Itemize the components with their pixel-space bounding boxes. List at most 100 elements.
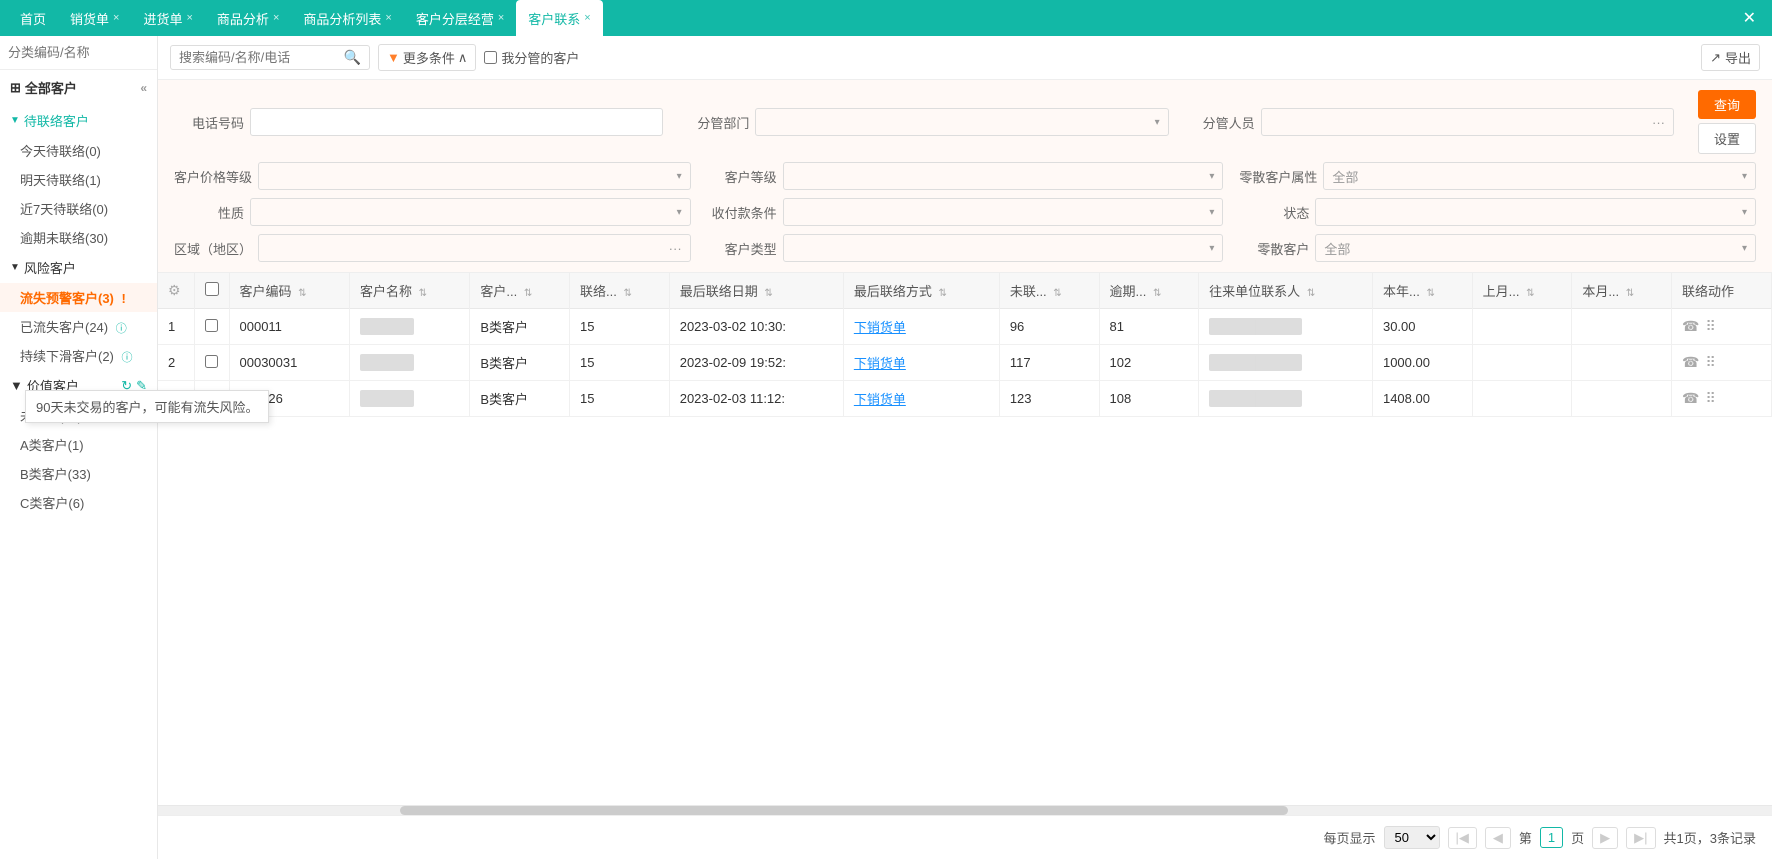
action-phone-0[interactable]: ☎ — [1682, 318, 1699, 335]
tab-customer-contact-close[interactable]: × — [584, 12, 590, 24]
tab-purchase-close[interactable]: × — [186, 12, 192, 24]
filter-scatter-customer-select[interactable]: 全部 ▾ — [1315, 234, 1756, 262]
th-uncontacted: 未联... ⇅ — [999, 273, 1099, 309]
sidebar-item-declining[interactable]: 持续下滑客户(2) ⓘ — [0, 341, 157, 370]
td-index-0: 1 — [158, 309, 194, 345]
sort-icon-code[interactable]: ⇅ — [298, 288, 306, 299]
tab-product-analysis-close[interactable]: × — [273, 12, 279, 24]
query-button[interactable]: 查询 — [1698, 90, 1756, 119]
sidebar-collapse-icon[interactable]: « — [140, 81, 147, 95]
filter-price-grade: 客户价格等级 ▾ — [174, 162, 691, 190]
method-link-0[interactable]: 下销货单 — [854, 320, 906, 335]
tab-product-list-close[interactable]: × — [385, 12, 391, 24]
sidebar-item-class-a[interactable]: A类客户(1) — [0, 430, 157, 459]
sidebar-search-input[interactable] — [8, 45, 158, 60]
tooltip-risk: 90天未交易的客户，可能有流失风险。 — [25, 390, 158, 423]
my-customers-checkbox-wrap[interactable]: 我分管的客户 — [484, 48, 579, 67]
page-next-button[interactable]: ▶ — [1592, 827, 1618, 849]
page-last-button[interactable]: ▶| — [1626, 827, 1655, 849]
sort-icon-uncontacted[interactable]: ⇅ — [1053, 288, 1061, 299]
filter-dept-select[interactable]: ▾ — [755, 108, 1168, 136]
page-prev-button[interactable]: ◀ — [1485, 827, 1511, 849]
search-icon-btn[interactable]: 🔍 — [344, 49, 361, 66]
filter-customer-type-select[interactable]: ▾ — [783, 234, 1224, 262]
window-close-button[interactable]: ✕ — [1735, 8, 1764, 28]
sort-icon-date[interactable]: ⇅ — [764, 288, 772, 299]
td-this-year-1: 1000.00 — [1372, 345, 1472, 381]
sort-icon-overdue[interactable]: ⇅ — [1153, 288, 1161, 299]
action-more-1[interactable]: ⠿ — [1705, 354, 1715, 371]
tab-customer-segment-close[interactable]: × — [498, 12, 504, 24]
td-this-month-2 — [1572, 381, 1672, 417]
filter-person-dots[interactable]: ··· — [1652, 115, 1665, 130]
filter-person-select[interactable]: ··· — [1261, 108, 1674, 136]
filter-scatter-attr-select[interactable]: 全部 ▾ — [1323, 162, 1756, 190]
filter-price-grade-select[interactable]: ▾ — [258, 162, 691, 190]
sidebar-item-churned-label: 已流失客户(24) — [20, 320, 108, 335]
filter-region-select[interactable]: ··· — [258, 234, 691, 262]
sidebar-item-class-c-label: C类客户(6) — [20, 496, 84, 511]
sidebar-group-risk[interactable]: ▼ 风险客户 — [0, 252, 157, 283]
filter-status: 状态 ▾ — [1239, 198, 1756, 226]
sidebar-item-tomorrow-contact[interactable]: 明天待联络(1) — [0, 165, 157, 194]
th-last-method-label: 最后联络方式 — [854, 284, 932, 299]
sidebar-item-class-b[interactable]: B类客户(33) — [0, 459, 157, 488]
filter-customer-grade-select[interactable]: ▾ — [783, 162, 1224, 190]
action-more-2[interactable]: ⠿ — [1705, 390, 1715, 407]
filter-status-select[interactable]: ▾ — [1315, 198, 1756, 226]
settings-button[interactable]: 设置 — [1698, 123, 1756, 154]
tab-product-analysis[interactable]: 商品分析 × — [205, 0, 291, 36]
filter-phone-input[interactable] — [250, 108, 663, 136]
sidebar-item-declining-label: 持续下滑客户(2) — [20, 349, 114, 364]
filter-label: 更多条件 — [403, 48, 455, 67]
sort-icon-method[interactable]: ⇅ — [938, 288, 946, 299]
sidebar-item-churned[interactable]: 已流失客户(24) ⓘ — [0, 312, 157, 341]
horizontal-scrollbar[interactable] — [158, 805, 1772, 815]
th-last-method: 最后联络方式 ⇅ — [843, 273, 999, 309]
sort-icon-type[interactable]: ⇅ — [524, 288, 532, 299]
sidebar-item-overdue-contact[interactable]: 逾期未联络(30) — [0, 223, 157, 252]
page-label2: 页 — [1571, 828, 1584, 847]
sort-icon-person[interactable]: ⇅ — [1307, 288, 1315, 299]
search-input[interactable] — [179, 50, 340, 65]
method-link-1[interactable]: 下销货单 — [854, 356, 906, 371]
tab-sales[interactable]: 销货单 × — [58, 0, 131, 36]
tab-purchase[interactable]: 进货单 × — [131, 0, 204, 36]
my-customers-checkbox[interactable] — [484, 51, 497, 64]
sidebar-item-churn-warning[interactable]: 流失预警客户(3) ! — [0, 283, 157, 312]
sidebar-item-class-c[interactable]: C类客户(6) — [0, 488, 157, 517]
filter-region-dots[interactable]: ··· — [669, 241, 682, 256]
row-checkbox-1[interactable] — [205, 355, 218, 368]
sort-icon-this-month[interactable]: ⇅ — [1626, 288, 1634, 299]
main-layout: 🔍 ⊞ 全部客户 « ▼ 待联络客户 今天待联络(0) 明天待联络(1) 近7天… — [0, 36, 1772, 859]
method-link-2[interactable]: 下销货单 — [854, 392, 906, 407]
row-checkbox-0[interactable] — [205, 319, 218, 332]
sidebar-item-week-contact[interactable]: 近7天待联络(0) — [0, 194, 157, 223]
sort-icon-last-month[interactable]: ⇅ — [1526, 288, 1534, 299]
per-page-select[interactable]: 50 100 200 — [1384, 826, 1440, 849]
filter-scatter-attr: 零散客户属性 全部 ▾ — [1239, 162, 1756, 190]
filter-payment-select[interactable]: ▾ — [783, 198, 1224, 226]
sidebar-item-class-a-label: A类客户(1) — [20, 438, 84, 453]
more-filter-button[interactable]: ▼ 更多条件 ∧ — [378, 44, 476, 71]
sidebar-item-today-contact[interactable]: 今天待联络(0) — [0, 136, 157, 165]
sort-icon-contact[interactable]: ⇅ — [624, 288, 632, 299]
sort-icon-name[interactable]: ⇅ — [419, 288, 427, 299]
filter-scatter-customer: 零散客户 全部 ▾ — [1239, 234, 1756, 262]
tab-sales-close[interactable]: × — [113, 12, 119, 24]
export-button[interactable]: ↗ 导出 — [1701, 44, 1760, 71]
tab-customer-segment[interactable]: 客户分层经营 × — [404, 0, 516, 36]
filter-nature-select[interactable]: ▾ — [250, 198, 691, 226]
scrollbar-thumb[interactable] — [400, 806, 1288, 815]
tab-home[interactable]: 首页 — [8, 0, 58, 36]
sidebar-group-pending-contact[interactable]: ▼ 待联络客户 — [0, 105, 157, 136]
select-all-checkbox[interactable] — [205, 282, 219, 296]
action-phone-2[interactable]: ☎ — [1682, 390, 1699, 407]
action-more-0[interactable]: ⠿ — [1705, 318, 1715, 335]
tab-customer-contact[interactable]: 客户联系 × — [516, 0, 602, 36]
sort-icon-year[interactable]: ⇅ — [1426, 288, 1434, 299]
tab-product-list[interactable]: 商品分析列表 × — [291, 0, 403, 36]
page-first-button[interactable]: |◀ — [1448, 827, 1477, 849]
settings-gear-icon[interactable]: ⚙ — [168, 282, 181, 298]
action-phone-1[interactable]: ☎ — [1682, 354, 1699, 371]
